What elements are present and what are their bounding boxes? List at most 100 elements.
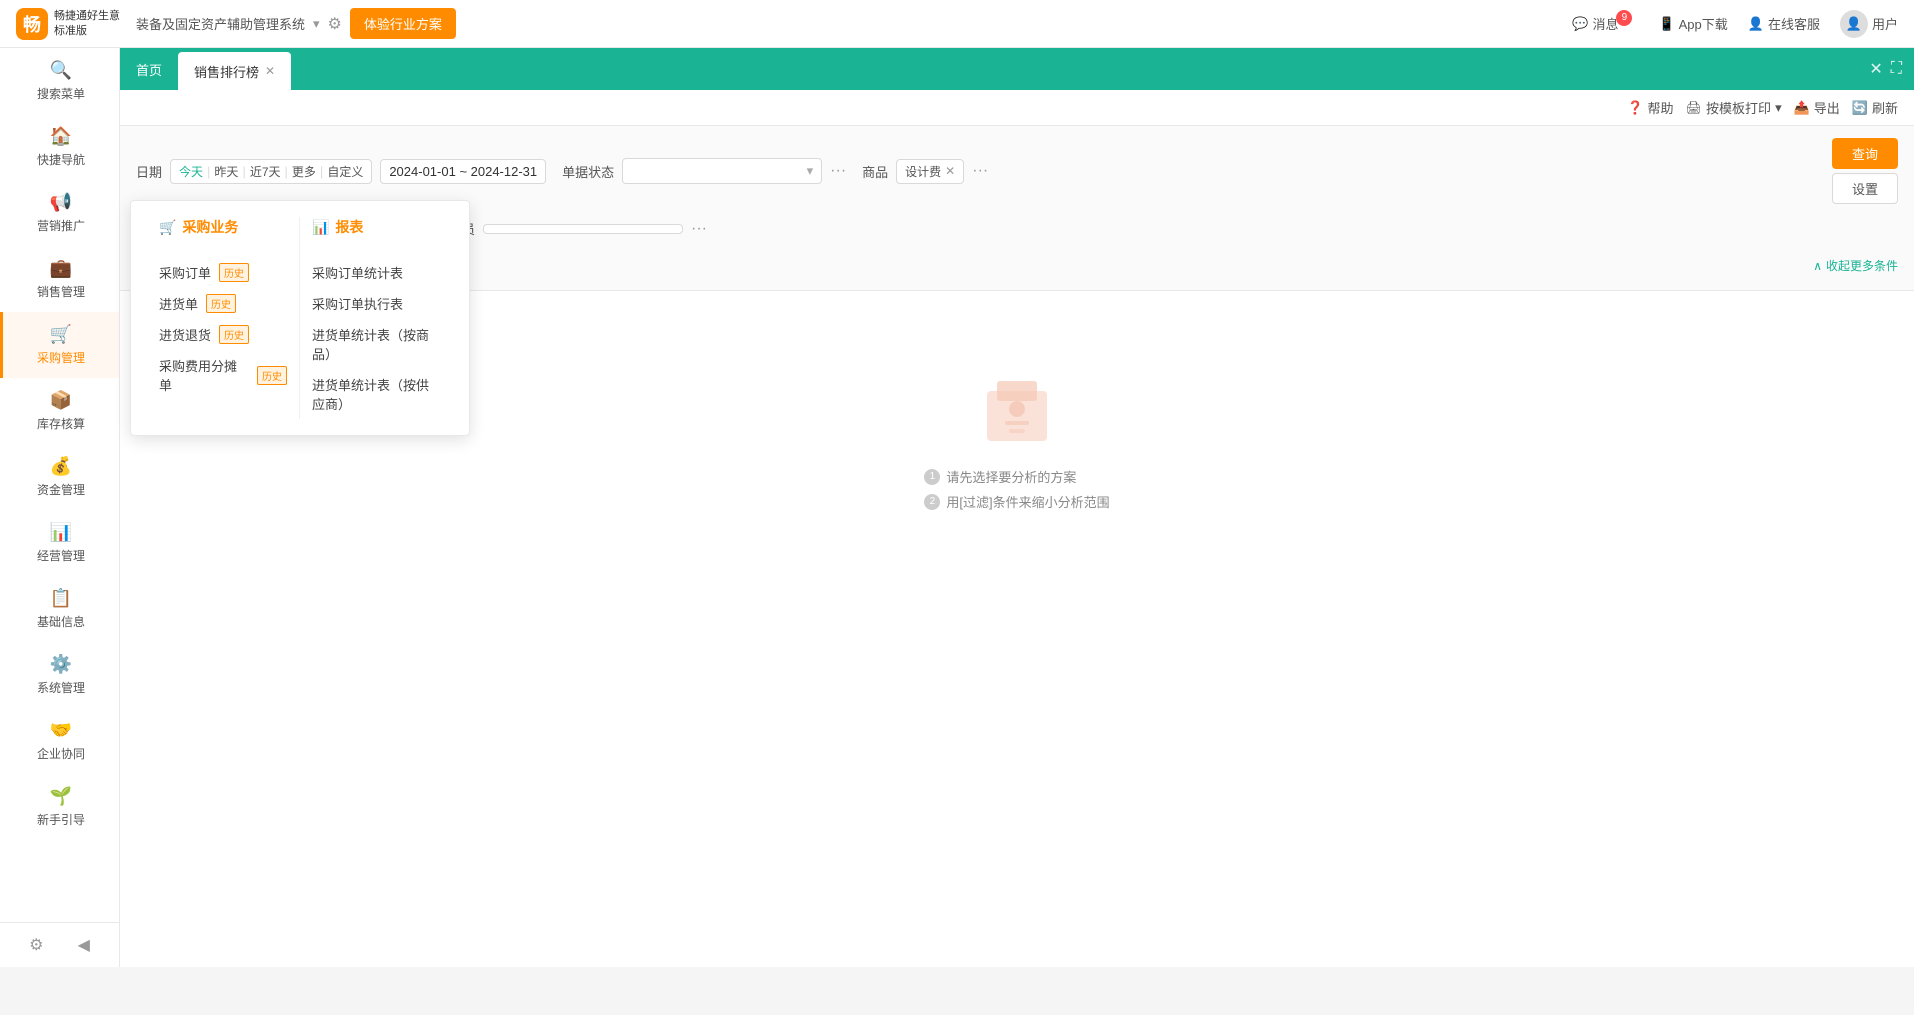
report-menu-section: 📊 报表 采购订单统计表 采购订单执行表 进货单统计表（按商品） 进货单统计表（… bbox=[300, 217, 453, 419]
goods-filter: 商品 设计费 ✕ ··· bbox=[862, 159, 988, 184]
topbar-actions: 💬 消息 9 📱 App下载 👤 在线客服 👤 用户 bbox=[1572, 10, 1898, 38]
menu-item-expense[interactable]: 采购费用分摊单 历史 bbox=[159, 350, 287, 400]
action-btns: 查询 设置 bbox=[1832, 138, 1898, 204]
app-download-btn[interactable]: 📱 App下载 bbox=[1658, 14, 1727, 33]
purchase-section-title: 🛒 采购业务 bbox=[159, 217, 287, 245]
collapse-sidebar-btn[interactable]: ◀ bbox=[78, 935, 90, 955]
message-icon: 💬 bbox=[1572, 16, 1588, 32]
fullscreen-btn[interactable]: ⛶ bbox=[1891, 60, 1902, 78]
tabbar: 首页 销售排行榜 ✕ ✕ ⛶ bbox=[120, 48, 1914, 90]
goods-tag: 设计费 ✕ bbox=[896, 159, 964, 184]
sidebar: 🔍 搜索菜单 🏠 快捷导航 📢 营销推广 💼 销售管理 🛒 采购管理 📦 库存核… bbox=[0, 48, 120, 967]
menu-item-purchase-order[interactable]: 采购订单 历史 bbox=[159, 257, 287, 288]
basic-icon: 📋 bbox=[50, 588, 72, 609]
export-btn[interactable]: 📤 导出 bbox=[1794, 98, 1840, 117]
export-icon: 📤 bbox=[1794, 100, 1810, 116]
message-btn[interactable]: 💬 消息 9 bbox=[1572, 14, 1638, 33]
menu-item-order-exec[interactable]: 采购订单执行表 bbox=[312, 288, 441, 319]
purchase-menu-section: 🛒 采购业务 采购订单 历史 进货单 历史 进货退货 历史 采购费用分摊单 历史 bbox=[147, 217, 300, 419]
settings-icon[interactable]: ⚙ bbox=[328, 14, 342, 34]
close-tab-btn[interactable]: ✕ bbox=[1869, 59, 1882, 79]
doc-status-filter: 单据状态 ▾ ··· bbox=[562, 158, 846, 184]
date-7days-btn[interactable]: 近7天 bbox=[250, 163, 281, 180]
avatar: 👤 bbox=[1840, 10, 1868, 38]
print-btn[interactable]: 🖨 按模板打印 ▾ bbox=[1686, 98, 1782, 117]
menu-item-incoming-stats-goods[interactable]: 进货单统计表（按商品） bbox=[312, 319, 441, 369]
tab-sales-rank[interactable]: 销售排行榜 ✕ bbox=[178, 52, 291, 90]
doc-status-dropdown-icon: ▾ bbox=[807, 163, 814, 179]
enterprise-icon: 🤝 bbox=[50, 720, 72, 741]
help-btn[interactable]: ❓ 帮助 bbox=[1627, 98, 1673, 117]
marketing-icon: 📢 bbox=[50, 192, 72, 213]
service-icon: 👤 bbox=[1748, 16, 1764, 32]
toolbar: ❓ 帮助 🖨 按模板打印 ▾ 📤 导出 🔄 刷新 bbox=[120, 90, 1914, 126]
print-icon: 🖨 bbox=[1686, 100, 1703, 116]
sidebar-item-enterprise[interactable]: 🤝 企业协同 bbox=[0, 708, 119, 774]
salesman-more-btn[interactable]: ··· bbox=[691, 220, 707, 238]
menu-item-return[interactable]: 进货退货 历史 bbox=[159, 319, 287, 350]
topbar-system: 装备及固定资产辅助管理系统 ▾ ⚙ 体验行业方案 bbox=[136, 8, 1572, 39]
system-dropdown-icon[interactable]: ▾ bbox=[313, 16, 320, 32]
sidebar-item-basic[interactable]: 📋 基础信息 bbox=[0, 576, 119, 642]
empty-tip-2: 2 用[过滤]条件来缩小分析范围 bbox=[924, 492, 1109, 511]
sidebar-item-inventory[interactable]: 📦 库存核算 bbox=[0, 378, 119, 444]
operations-icon: 📊 bbox=[50, 522, 72, 543]
date-more-btn[interactable]: 更多 bbox=[292, 163, 316, 180]
empty-tips: 1 请先选择要分析的方案 2 用[过滤]条件来缩小分析范围 bbox=[924, 467, 1109, 511]
online-service-btn[interactable]: 👤 在线客服 bbox=[1748, 14, 1820, 33]
tab-home[interactable]: 首页 bbox=[120, 48, 178, 90]
tabbar-controls: ✕ ⛶ bbox=[1869, 59, 1914, 79]
date-today-btn[interactable]: 今天 bbox=[179, 163, 203, 180]
guide-icon: 🌱 bbox=[50, 786, 72, 807]
sales-icon: 💼 bbox=[50, 258, 72, 279]
date-yesterday-btn[interactable]: 昨天 bbox=[214, 163, 238, 180]
filter-row-1: 日期 今天 | 昨天 | 近7天 | 更多 | 自定义 2024-01-01 ~… bbox=[136, 138, 1898, 204]
collapse-filter-btn[interactable]: ∧ 收起更多条件 bbox=[1813, 253, 1898, 278]
user-btn[interactable]: 👤 用户 bbox=[1840, 10, 1898, 38]
help-icon: ❓ bbox=[1627, 100, 1643, 116]
search-icon: 🔍 bbox=[50, 60, 72, 81]
sidebar-item-marketing[interactable]: 📢 营销推广 bbox=[0, 180, 119, 246]
print-dropdown-icon[interactable]: ▾ bbox=[1775, 100, 1782, 116]
inventory-icon: 📦 bbox=[50, 390, 72, 411]
date-custom-btn[interactable]: 自定义 bbox=[327, 163, 363, 180]
purchase-section-icon: 🛒 bbox=[159, 219, 176, 236]
sidebar-item-sales[interactable]: 💼 销售管理 bbox=[0, 246, 119, 312]
doc-status-input[interactable]: ▾ bbox=[622, 158, 822, 184]
logo-icon: 畅 bbox=[16, 8, 48, 40]
menu-item-incoming[interactable]: 进货单 历史 bbox=[159, 288, 287, 319]
home-icon: 🏠 bbox=[50, 126, 72, 147]
report-section-icon: 📊 bbox=[312, 219, 329, 236]
topbar: 畅 畅捷通好生意 标准版 装备及固定资产辅助管理系统 ▾ ⚙ 体验行业方案 💬 … bbox=[0, 0, 1914, 48]
set-btn[interactable]: 设置 bbox=[1832, 173, 1898, 204]
finance-icon: 💰 bbox=[50, 456, 72, 477]
date-range-input[interactable]: 2024-01-01 ~ 2024-12-31 bbox=[380, 159, 546, 184]
doc-status-more-btn[interactable]: ··· bbox=[830, 162, 846, 180]
sidebar-item-quick-nav[interactable]: 🏠 快捷导航 bbox=[0, 114, 119, 180]
system-settings-icon: ⚙️ bbox=[50, 654, 72, 675]
refresh-icon: 🔄 bbox=[1852, 100, 1868, 116]
empty-tip-1: 1 请先选择要分析的方案 bbox=[924, 467, 1109, 486]
sidebar-item-guide[interactable]: 🌱 新手引导 bbox=[0, 774, 119, 840]
salesman-input[interactable] bbox=[483, 224, 683, 234]
sidebar-item-purchase[interactable]: 🛒 采购管理 bbox=[0, 312, 119, 378]
goods-tag-close-btn[interactable]: ✕ bbox=[945, 164, 955, 178]
sidebar-item-system[interactable]: ⚙️ 系统管理 bbox=[0, 642, 119, 708]
refresh-btn[interactable]: 🔄 刷新 bbox=[1852, 98, 1898, 117]
industry-btn[interactable]: 体验行业方案 bbox=[350, 8, 456, 39]
menu-item-incoming-stats-supplier[interactable]: 进货单统计表（按供应商） bbox=[312, 369, 441, 419]
sidebar-item-finance[interactable]: 💰 资金管理 bbox=[0, 444, 119, 510]
goods-more-btn[interactable]: ··· bbox=[972, 162, 988, 180]
sidebar-bottom: ⚙ ◀ bbox=[0, 922, 119, 967]
empty-illustration bbox=[977, 371, 1057, 451]
sidebar-item-search[interactable]: 🔍 搜索菜单 bbox=[0, 48, 119, 114]
salesman-filter: 业务员 ··· bbox=[436, 219, 707, 238]
main-content: 首页 销售排行榜 ✕ ✕ ⛶ ❓ 帮助 🖨 按模板打印 ▾ 📤 导出 bbox=[120, 48, 1914, 967]
purchase-dropdown-menu: 🛒 采购业务 采购订单 历史 进货单 历史 进货退货 历史 采购费用分摊单 历史… bbox=[130, 200, 470, 436]
sidebar-item-operations[interactable]: 📊 经营管理 bbox=[0, 510, 119, 576]
settings-bottom-btn[interactable]: ⚙ bbox=[29, 935, 43, 955]
query-btn[interactable]: 查询 bbox=[1832, 138, 1898, 169]
message-badge: 9 bbox=[1616, 10, 1632, 26]
tab-close-btn[interactable]: ✕ bbox=[265, 64, 275, 78]
menu-item-order-stats[interactable]: 采购订单统计表 bbox=[312, 257, 441, 288]
